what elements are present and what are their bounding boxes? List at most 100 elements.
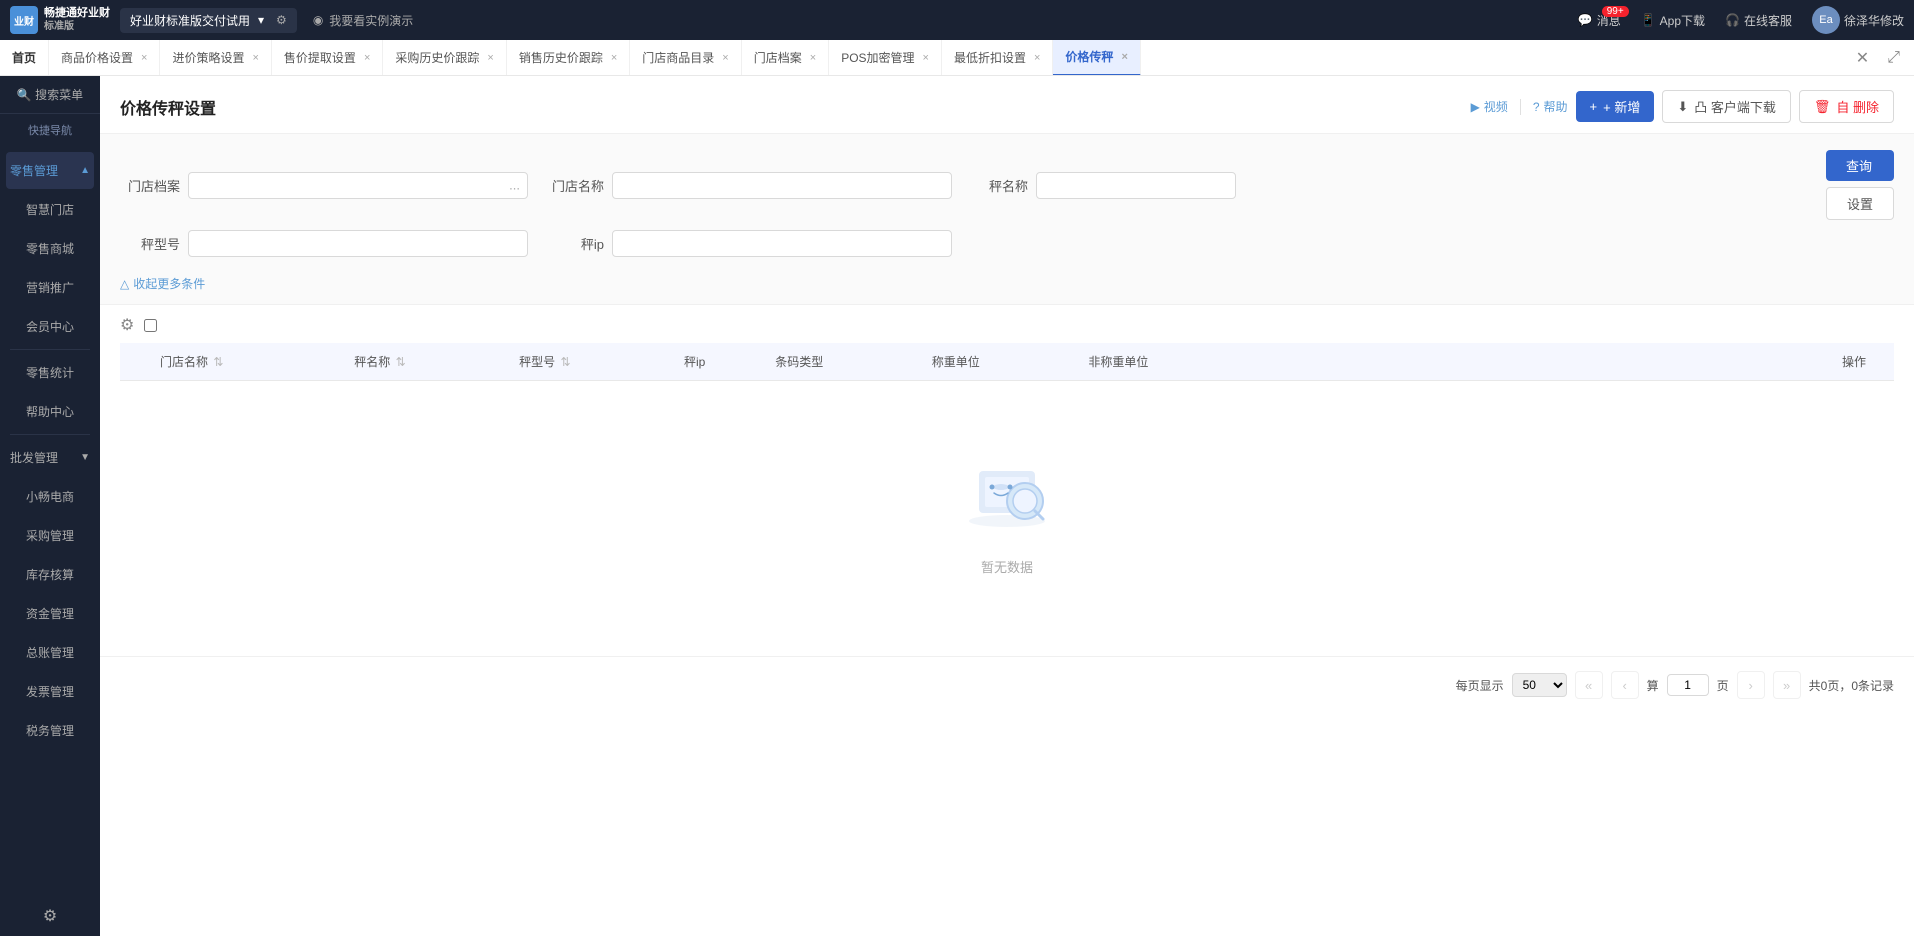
last-page-button[interactable]: »	[1773, 671, 1801, 699]
select-all-checkbox[interactable]	[144, 319, 157, 332]
scale-ip-input[interactable]	[612, 230, 952, 257]
app-name: 畅捷通好业财	[44, 7, 110, 20]
ellipsis-icon[interactable]: ...	[509, 178, 520, 193]
sidebar-item-retail-stats[interactable]: 零售统计	[6, 354, 94, 391]
close-icon[interactable]: ×	[1034, 52, 1040, 64]
th-barcode-type: 条码类型	[767, 343, 924, 381]
video-link[interactable]: ▶ 视频	[1471, 98, 1508, 115]
th-weight-unit: 称重单位	[924, 343, 1081, 381]
tab-purchase-history[interactable]: 采购历史价跟踪 ×	[383, 40, 506, 76]
messages-badge: 99+	[1602, 6, 1629, 17]
per-page-label: 每页显示	[1456, 677, 1504, 694]
store-archive-field: 门店档案 ...	[120, 172, 528, 199]
per-page-select[interactable]: 50 10 20 100	[1512, 673, 1567, 697]
th-scale-name[interactable]: 秤名称 ⇅	[346, 343, 511, 381]
arrow-up-icon: ▲	[80, 165, 90, 176]
page-input[interactable]	[1667, 674, 1709, 696]
sidebar-item-marketing[interactable]: 营销推广	[6, 269, 94, 306]
delete-button[interactable]: 🗑 自 删除	[1799, 90, 1894, 123]
sidebar-item-label: 库存核算	[26, 566, 74, 583]
tab-sales-history[interactable]: 销售历史价跟踪 ×	[507, 40, 630, 76]
close-icon[interactable]: ×	[487, 52, 493, 64]
th-store-name[interactable]: 门店名称 ⇅	[152, 343, 346, 381]
sidebar-item-retail-management[interactable]: 零售管理 ▲	[6, 152, 94, 189]
home-tab-label: 首页	[12, 49, 36, 66]
search-icon: 🔍	[17, 88, 32, 102]
demo-link[interactable]: ◉ 我要看实例演示	[313, 12, 414, 29]
collapse-button[interactable]: △ 收起更多条件	[120, 271, 1894, 296]
table-toolbar: ⚙	[120, 305, 1894, 343]
tab-commodity-price[interactable]: 商品价格设置 ×	[49, 40, 160, 76]
tab-store-catalog[interactable]: 门店商品目录 ×	[630, 40, 741, 76]
table-settings-icon[interactable]: ⚙	[120, 315, 134, 335]
online-service-button[interactable]: 🎧 在线客服	[1725, 12, 1792, 29]
sidebar-item-label: 帮助中心	[26, 403, 74, 420]
sidebar-item-label: 批发管理	[10, 449, 58, 466]
th-scale-model[interactable]: 秤型号 ⇅	[511, 343, 676, 381]
sidebar-settings-icon[interactable]: ⚙	[43, 908, 57, 925]
tab-pos-encrypt[interactable]: POS加密管理 ×	[829, 40, 942, 76]
sidebar-item-label: 会员中心	[26, 318, 74, 335]
sidebar-item-inventory[interactable]: 库存核算	[6, 556, 94, 593]
store-name-input[interactable]	[612, 172, 952, 199]
sidebar-item-member-center[interactable]: 会员中心	[6, 308, 94, 345]
app-download-button[interactable]: 📱 App下载	[1641, 12, 1705, 29]
help-link[interactable]: ? 帮助	[1533, 98, 1568, 115]
sidebar-search[interactable]: 🔍 搜索菜单	[0, 76, 100, 114]
version-selector[interactable]: 好业财标准版交付试用 ▾ ⚙	[120, 8, 297, 33]
sidebar-item-finance[interactable]: 资金管理	[6, 595, 94, 632]
sidebar-item-tax[interactable]: 税务管理	[6, 712, 94, 749]
sidebar-item-label: 总账管理	[26, 644, 74, 661]
close-icon[interactable]: ×	[722, 52, 728, 64]
close-icon[interactable]: ×	[611, 52, 617, 64]
query-btn-group: 查询 设置	[1826, 150, 1894, 220]
scale-name-label: 秤名称	[968, 176, 1028, 195]
user-menu[interactable]: Ea 徐泽华修改	[1812, 6, 1904, 34]
sidebar-item-ecommerce[interactable]: 小畅电商	[6, 478, 94, 515]
th-scale-ip: 秤ip	[676, 343, 767, 381]
close-icon[interactable]: ×	[1121, 51, 1127, 63]
set-button[interactable]: 设置	[1826, 187, 1894, 220]
tab-min-discount[interactable]: 最低折扣设置 ×	[942, 40, 1053, 76]
sidebar-item-smart-store[interactable]: 智慧门店	[6, 191, 94, 228]
store-archive-input[interactable]	[188, 172, 528, 199]
sidebar-item-label: 零售统计	[26, 364, 74, 381]
sidebar-item-invoice[interactable]: 发票管理	[6, 673, 94, 710]
page-header-actions: ▶ 视频 ? 帮助 + + 新增 ⬇ 凸 客户端下载 🗑	[1471, 90, 1894, 123]
expand-tabs-button[interactable]: ⤢	[1881, 47, 1906, 69]
add-button[interactable]: + + 新增	[1576, 91, 1655, 122]
messages-button[interactable]: 💬 消息 99+	[1578, 12, 1621, 29]
sidebar-item-wholesale[interactable]: 批发管理 ▼	[6, 439, 94, 476]
close-icon[interactable]: ×	[810, 52, 816, 64]
tab-purchase-strategy[interactable]: 进价策略设置 ×	[160, 40, 271, 76]
tab-price-scale[interactable]: 价格传秤 ×	[1053, 40, 1140, 76]
close-icon[interactable]: ×	[252, 52, 258, 64]
query-button[interactable]: 查询	[1826, 150, 1894, 181]
sidebar-item-retail-mall[interactable]: 零售商城	[6, 230, 94, 267]
divider	[1520, 99, 1521, 115]
total-info: 共0页，0条记录	[1809, 677, 1894, 694]
sidebar-item-purchase[interactable]: 采购管理	[6, 517, 94, 554]
th-ops-label: 操作	[1842, 355, 1866, 369]
sidebar-item-general-ledger[interactable]: 总账管理	[6, 634, 94, 671]
download-button[interactable]: ⬇ 凸 客户端下载	[1662, 90, 1791, 123]
close-icon[interactable]: ×	[141, 52, 147, 64]
scale-name-input[interactable]	[1036, 172, 1236, 199]
chevron-down-icon: ▾	[258, 13, 264, 27]
tab-home[interactable]: 首页	[0, 40, 49, 76]
tab-sale-price-extract[interactable]: 售价提取设置 ×	[272, 40, 383, 76]
sidebar-item-help-center[interactable]: 帮助中心	[6, 393, 94, 430]
sidebar-item-label: 税务管理	[26, 722, 74, 739]
close-all-tabs-button[interactable]: ✕	[1850, 46, 1875, 70]
next-page-button[interactable]: ›	[1737, 671, 1765, 699]
close-icon[interactable]: ×	[923, 52, 929, 64]
scale-model-input[interactable]	[188, 230, 528, 257]
data-table: 门店名称 ⇅ 秤名称 ⇅ 秤型号 ⇅ 秤ip	[120, 343, 1894, 636]
tab-store-archive[interactable]: 门店档案 ×	[742, 40, 829, 76]
scale-name-field: 秤名称	[968, 172, 1236, 199]
sidebar-item-label: 零售商城	[26, 240, 74, 257]
close-icon[interactable]: ×	[364, 52, 370, 64]
prev-page-button[interactable]: ‹	[1611, 671, 1639, 699]
first-page-button[interactable]: «	[1575, 671, 1603, 699]
settings-icon[interactable]: ⚙	[276, 13, 287, 27]
